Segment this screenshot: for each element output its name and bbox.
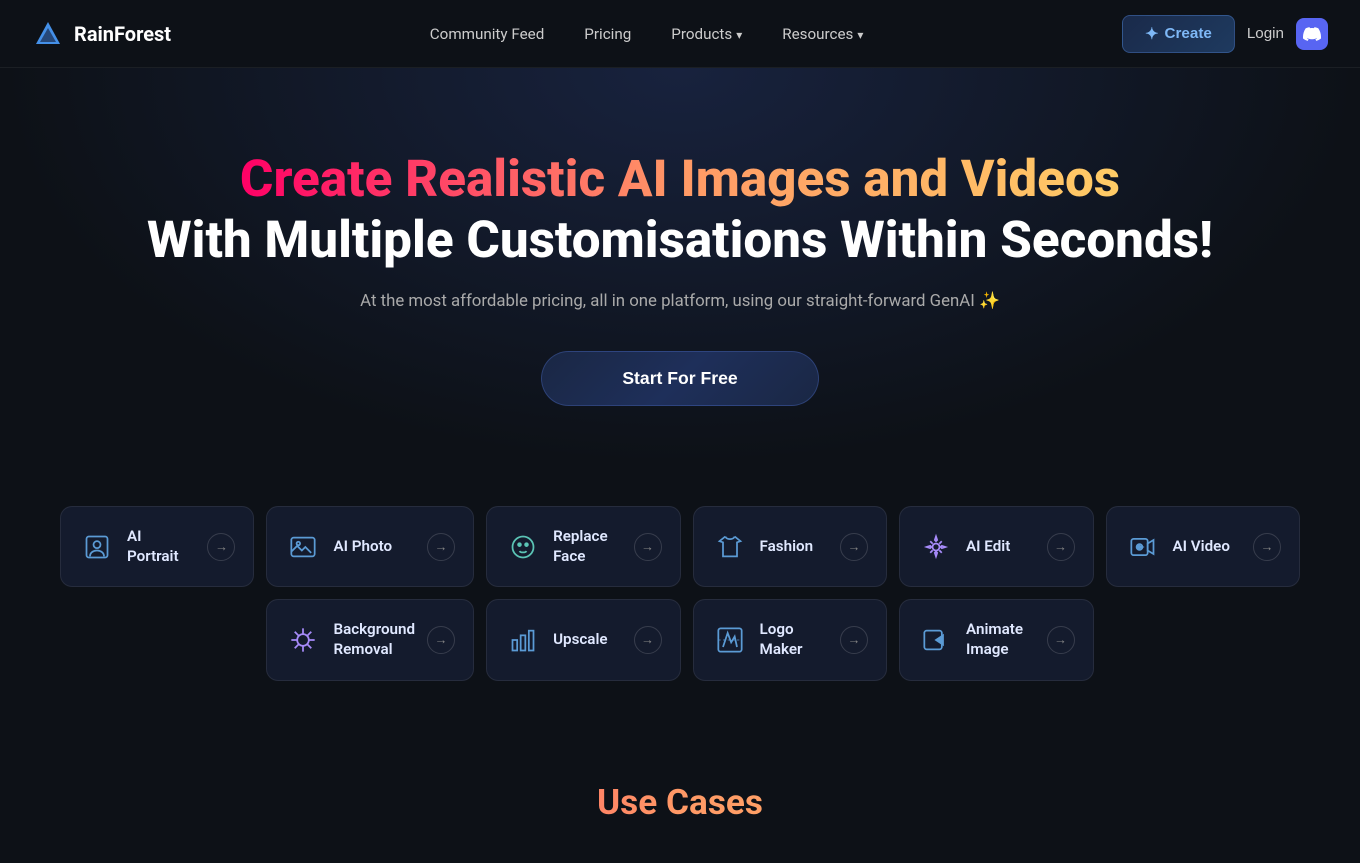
card-background-removal-arrow: → (427, 626, 455, 654)
card-ai-video-label: AI Video (1173, 537, 1241, 557)
sparkle-icon: ✦ (1145, 24, 1158, 44)
use-cases-heading: Use Cases (40, 781, 1320, 823)
card-fashion-arrow: → (840, 533, 868, 561)
nav-right: ✦ Create Login (1122, 15, 1328, 53)
navbar: RainForest Community Feed Pricing Produc… (0, 0, 1360, 68)
card-upscale-arrow: → (634, 626, 662, 654)
use-cases-section: Use Cases (0, 721, 1360, 863)
upscale-icon (505, 622, 541, 658)
fashion-icon (712, 529, 748, 565)
card-upscale-label: Upscale (553, 630, 621, 650)
card-logo-maker[interactable]: Logo Maker → (693, 599, 887, 681)
card-animate-image[interactable]: Animate Image → (899, 599, 1093, 681)
hero-headline-line2: With Multiple Customisations Within Seco… (147, 209, 1213, 270)
card-ai-portrait-arrow: → (207, 533, 235, 561)
animate-icon (918, 622, 954, 658)
card-ai-video[interactable]: AI Video → (1106, 506, 1300, 588)
nav-pricing[interactable]: Pricing (568, 19, 647, 49)
nav-community-feed[interactable]: Community Feed (414, 19, 560, 49)
login-button[interactable]: Login (1247, 25, 1284, 42)
nav-links: Community Feed Pricing Products Resource… (414, 19, 880, 49)
card-animate-image-label: Animate Image (966, 620, 1034, 660)
feature-cards-section: AI Portrait → AI Photo → (0, 466, 1360, 721)
nav-resources[interactable]: Resources (766, 19, 879, 49)
hero-heading: Create Realistic AI Images and Videos Wi… (40, 148, 1320, 271)
create-button[interactable]: ✦ Create (1122, 15, 1235, 53)
discord-icon[interactable] (1296, 18, 1328, 50)
start-for-free-button[interactable]: Start For Free (541, 351, 818, 406)
card-background-removal[interactable]: Background Removal → (266, 599, 474, 681)
card-replace-face[interactable]: Replace Face → (486, 506, 680, 588)
brand-logo[interactable]: RainForest (32, 18, 171, 50)
card-replace-face-label: Replace Face (553, 527, 621, 567)
face-icon (505, 529, 541, 565)
brand-name: RainForest (74, 22, 171, 46)
card-ai-photo-label: AI Photo (333, 537, 415, 557)
bg-removal-icon (285, 622, 321, 658)
photo-icon (285, 529, 321, 565)
card-background-removal-label: Background Removal (333, 620, 415, 660)
card-animate-image-arrow: → (1047, 626, 1075, 654)
portrait-icon (79, 529, 115, 565)
card-ai-photo-arrow: → (427, 533, 455, 561)
logo-icon (32, 18, 64, 50)
cards-grid: AI Portrait → AI Photo → (60, 506, 1300, 681)
card-upscale[interactable]: Upscale → (486, 599, 680, 681)
card-ai-edit-label: AI Edit (966, 537, 1034, 557)
resources-chevron-icon (857, 25, 863, 43)
discord-svg (1303, 25, 1321, 43)
hero-section: Create Realistic AI Images and Videos Wi… (0, 68, 1360, 466)
hero-headline-line1: Create Realistic AI Images and Videos (240, 148, 1120, 209)
card-fashion-label: Fashion (760, 537, 828, 557)
card-fashion[interactable]: Fashion → (693, 506, 887, 588)
card-logo-maker-arrow: → (840, 626, 868, 654)
card-ai-portrait-label: AI Portrait (127, 527, 195, 567)
products-chevron-icon (736, 25, 742, 43)
card-ai-edit[interactable]: AI Edit → (899, 506, 1093, 588)
card-replace-face-arrow: → (634, 533, 662, 561)
nav-products[interactable]: Products (655, 19, 758, 49)
video-icon (1125, 529, 1161, 565)
logo-icon (712, 622, 748, 658)
card-logo-maker-label: Logo Maker (760, 620, 828, 660)
card-ai-edit-arrow: → (1047, 533, 1075, 561)
edit-icon (918, 529, 954, 565)
card-ai-video-arrow: → (1253, 533, 1281, 561)
hero-subtext: At the most affordable pricing, all in o… (40, 291, 1320, 311)
card-ai-portrait[interactable]: AI Portrait → (60, 506, 254, 588)
card-ai-photo[interactable]: AI Photo → (266, 506, 474, 588)
